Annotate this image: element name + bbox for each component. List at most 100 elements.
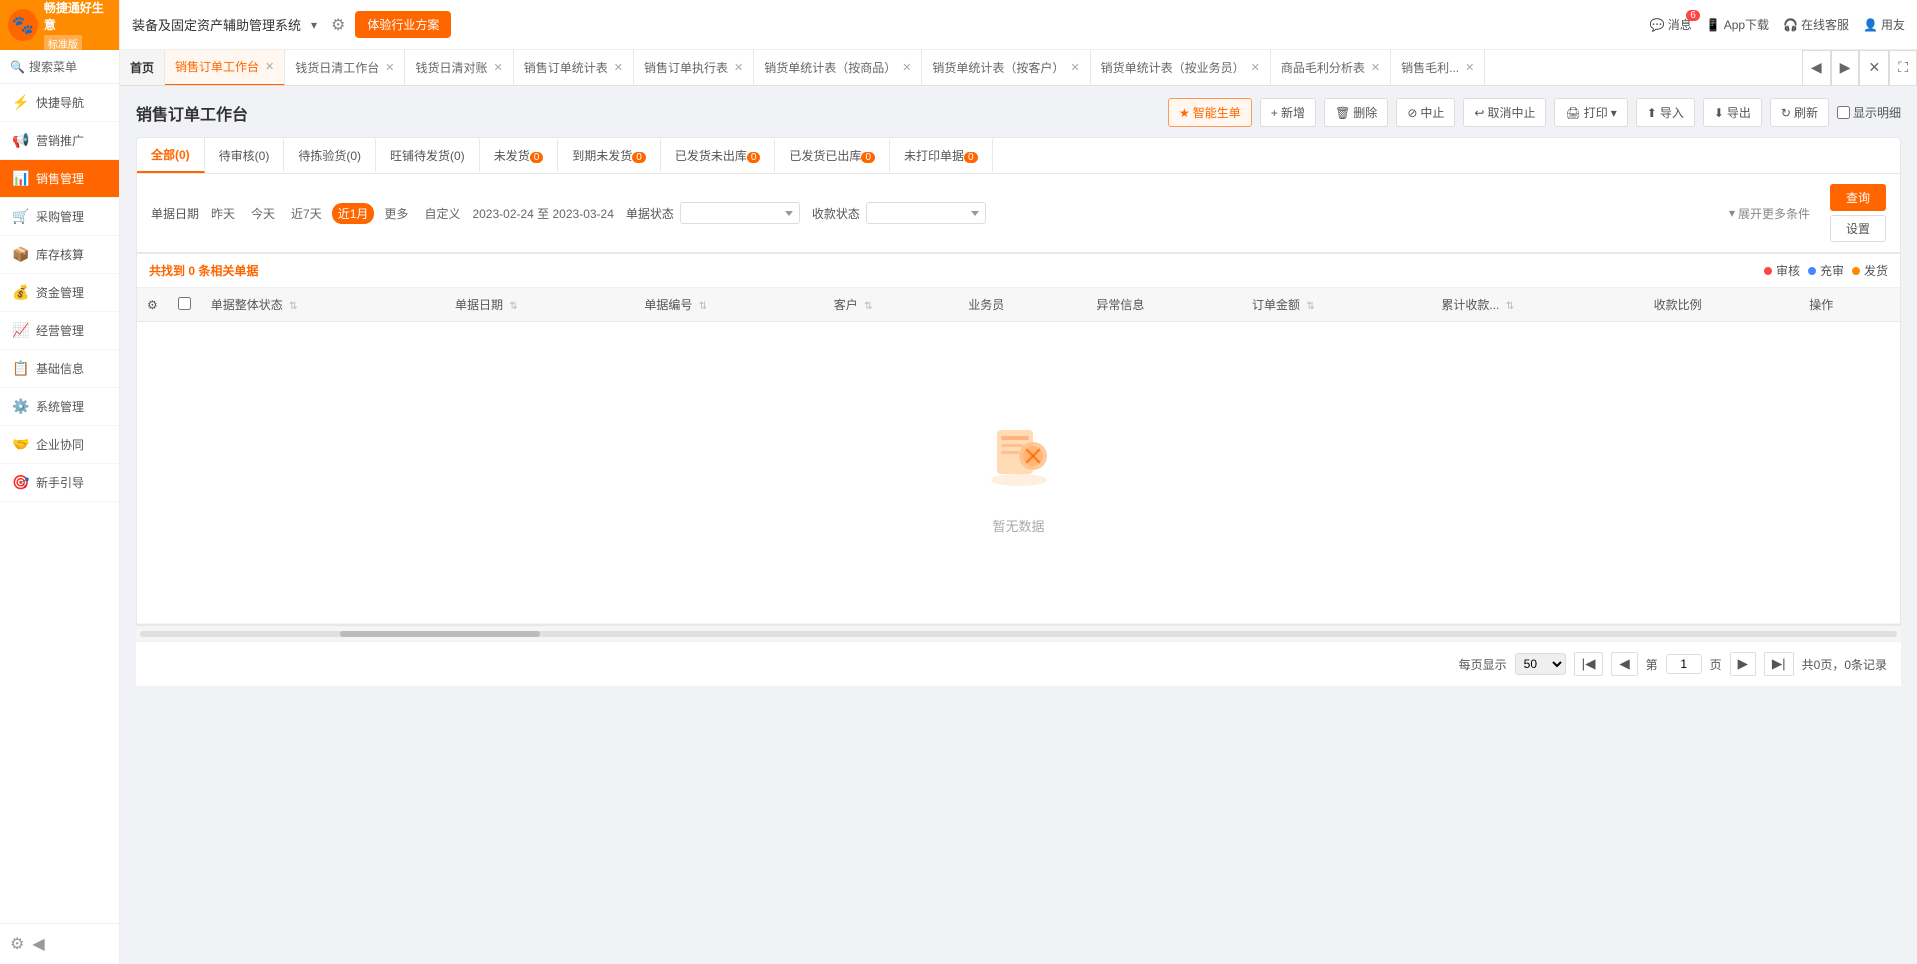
payment-select[interactable] [866,202,986,224]
show-detail-label[interactable]: 显示明细 [1837,104,1901,121]
topbar-gear-icon[interactable]: ⚙ [331,15,345,35]
date-opt-custom[interactable]: 自定义 [418,203,466,224]
sidebar-item-capital[interactable]: 💰 资金管理 [0,274,119,312]
sub-tab-unprinted[interactable]: 未打印单据0 [890,139,993,172]
horizontal-scrollbar[interactable] [136,625,1901,641]
tab-close-icon[interactable]: ✕ [385,61,394,74]
select-all-checkbox[interactable] [178,297,191,310]
sub-tab-pending-inspect[interactable]: 待拣验货(0) [284,139,376,172]
th-checkbox[interactable] [168,288,201,322]
query-button[interactable]: 查询 [1830,184,1886,211]
page-next-button[interactable]: ▶ [1730,652,1756,676]
audit-action[interactable]: 审核 [1764,262,1800,279]
tab-sales-stats[interactable]: 销售订单统计表 ✕ [514,50,634,86]
tab-sales-profit[interactable]: 销售毛利... ✕ [1391,50,1485,86]
th-date[interactable]: 单据日期 ⇅ [445,288,634,322]
page-size-select[interactable]: 50 10 20 100 [1515,653,1566,675]
tab-home[interactable]: 首页 [120,50,165,86]
sidebar-item-guide[interactable]: 🎯 新手引导 [0,464,119,502]
sidebar-item-system[interactable]: ⚙️ 系统管理 [0,388,119,426]
sidebar-item-quick-nav[interactable]: ⚡ 快捷导航 [0,84,119,122]
delete-button[interactable]: 🗑 删除 [1324,98,1388,127]
tab-close-all[interactable]: ✕ [1859,50,1889,86]
new-button[interactable]: + 新增 [1260,98,1316,127]
sidebar-item-promo[interactable]: 📢 营销推广 [0,122,119,160]
tab-close-icon[interactable]: ✕ [1251,61,1260,74]
tab-sales-by-customer[interactable]: 销货单统计表（按客户） ✕ [922,50,1090,86]
sub-tab-overdue-unshipped[interactable]: 到期未发货0 [558,139,661,172]
tab-scroll-right[interactable]: ▶ [1831,50,1860,86]
th-gear[interactable]: ⚙ [137,288,168,322]
revoke-action[interactable]: 充审 [1808,262,1844,279]
sub-tab-wangpu-ship[interactable]: 旺铺待发货(0) [376,139,480,172]
tab-sales-workbench[interactable]: 销售订单工作台 ✕ [165,50,285,86]
message-item[interactable]: 💬 6 消息 [1650,16,1692,33]
collapse-icon[interactable]: ◀ [32,934,44,954]
date-opt-today[interactable]: 今天 [245,203,281,224]
sidebar-item-basic[interactable]: 📋 基础信息 [0,350,119,388]
scrollbar-track[interactable] [140,631,1897,637]
tab-sales-exec[interactable]: 销售订单执行表 ✕ [634,50,754,86]
sidebar-item-enterprise[interactable]: 🤝 企业协同 [0,426,119,464]
show-detail-checkbox[interactable] [1837,106,1850,119]
tab-close-icon[interactable]: ✕ [902,61,911,74]
settings-icon[interactable]: ⚙ [10,934,24,954]
tab-close-icon[interactable]: ✕ [494,61,503,74]
date-opt-1month[interactable]: 近1月 [332,203,375,224]
stop-button[interactable]: ⊘ 中止 [1396,98,1455,127]
tab-sales-by-staff[interactable]: 销货单统计表（按业务员） ✕ [1091,50,1271,86]
tab-close-icon[interactable]: ✕ [265,60,274,73]
sub-tab-shipped-no-stock-out[interactable]: 已发货未出库0 [661,139,776,172]
date-opt-7days[interactable]: 近7天 [285,203,328,224]
smart-create-button[interactable]: ★ 智能生单 [1168,98,1252,127]
refresh-button[interactable]: ↻ 刷新 [1770,98,1829,127]
tab-close-icon[interactable]: ✕ [1465,61,1474,74]
tab-close-icon[interactable]: ✕ [734,61,743,74]
status-select[interactable] [680,202,800,224]
tab-gross-margin[interactable]: 商品毛利分析表 ✕ [1271,50,1391,86]
industry-solution-button[interactable]: 体验行业方案 [355,11,451,38]
th-status[interactable]: 单据整体状态 ⇅ [201,288,445,322]
sidebar-item-purchase[interactable]: 🛒 采购管理 [0,198,119,236]
tab-close-icon[interactable]: ✕ [1070,61,1079,74]
th-number[interactable]: 单据编号 ⇅ [634,288,823,322]
ship-action[interactable]: 发货 [1852,262,1888,279]
date-opt-more[interactable]: 更多 [378,203,414,224]
th-staff[interactable]: 业务员 [958,288,1086,322]
star-icon: ★ [1179,106,1190,120]
sidebar-item-inventory[interactable]: 📦 库存核算 [0,236,119,274]
th-order-amount[interactable]: 订单金额 ⇅ [1242,288,1431,322]
sidebar-item-operations[interactable]: 📈 经营管理 [0,312,119,350]
page-input[interactable] [1666,654,1702,674]
th-cumulative-payment[interactable]: 累计收款... ⇅ [1431,288,1643,322]
online-service-item[interactable]: 🎧 在线客服 [1783,16,1849,33]
sub-tab-unshipped[interactable]: 未发货0 [480,139,559,172]
tab-daily-clear[interactable]: 钱货日清工作台 ✕ [285,50,405,86]
system-dropdown[interactable]: ▾ [311,18,317,32]
sub-tab-shipped-stocked-out[interactable]: 已发货已出库0 [775,139,890,172]
tab-fullscreen[interactable]: ⛶ [1889,50,1917,86]
tab-daily-reconcile[interactable]: 钱货日清对账 ✕ [405,50,513,86]
app-download-item[interactable]: 📱 App下载 [1706,16,1769,33]
sidebar-item-sales[interactable]: 📊 销售管理 [0,160,119,198]
page-first-button[interactable]: |◀ [1574,652,1604,676]
sub-tab-pending-audit[interactable]: 待审核(0) [205,139,285,172]
page-last-button[interactable]: ▶| [1764,652,1794,676]
th-customer[interactable]: 客户 ⇅ [824,288,958,322]
expand-filter-button[interactable]: ▾ 展开更多条件 [1729,205,1810,222]
user-item[interactable]: 👤 用友 [1863,16,1905,33]
print-button[interactable]: 🖨 打印 ▾ [1554,98,1627,127]
date-opt-yesterday[interactable]: 昨天 [205,203,241,224]
tab-close-icon[interactable]: ✕ [1371,61,1380,74]
scrollbar-thumb[interactable] [340,631,540,637]
tab-sales-by-product[interactable]: 销货单统计表（按商品） ✕ [754,50,922,86]
tab-close-icon[interactable]: ✕ [614,61,623,74]
set-button[interactable]: 设置 [1830,215,1886,242]
cancel-stop-button[interactable]: ↩ 取消中止 [1463,98,1546,127]
search-menu[interactable]: 🔍 搜索菜单 [0,50,119,84]
tab-scroll-left[interactable]: ◀ [1802,50,1831,86]
import-button[interactable]: ⬆ 导入 [1636,98,1695,127]
page-prev-button[interactable]: ◀ [1611,652,1637,676]
export-button[interactable]: ⬇ 导出 [1703,98,1762,127]
sub-tab-all[interactable]: 全部(0) [137,138,205,173]
